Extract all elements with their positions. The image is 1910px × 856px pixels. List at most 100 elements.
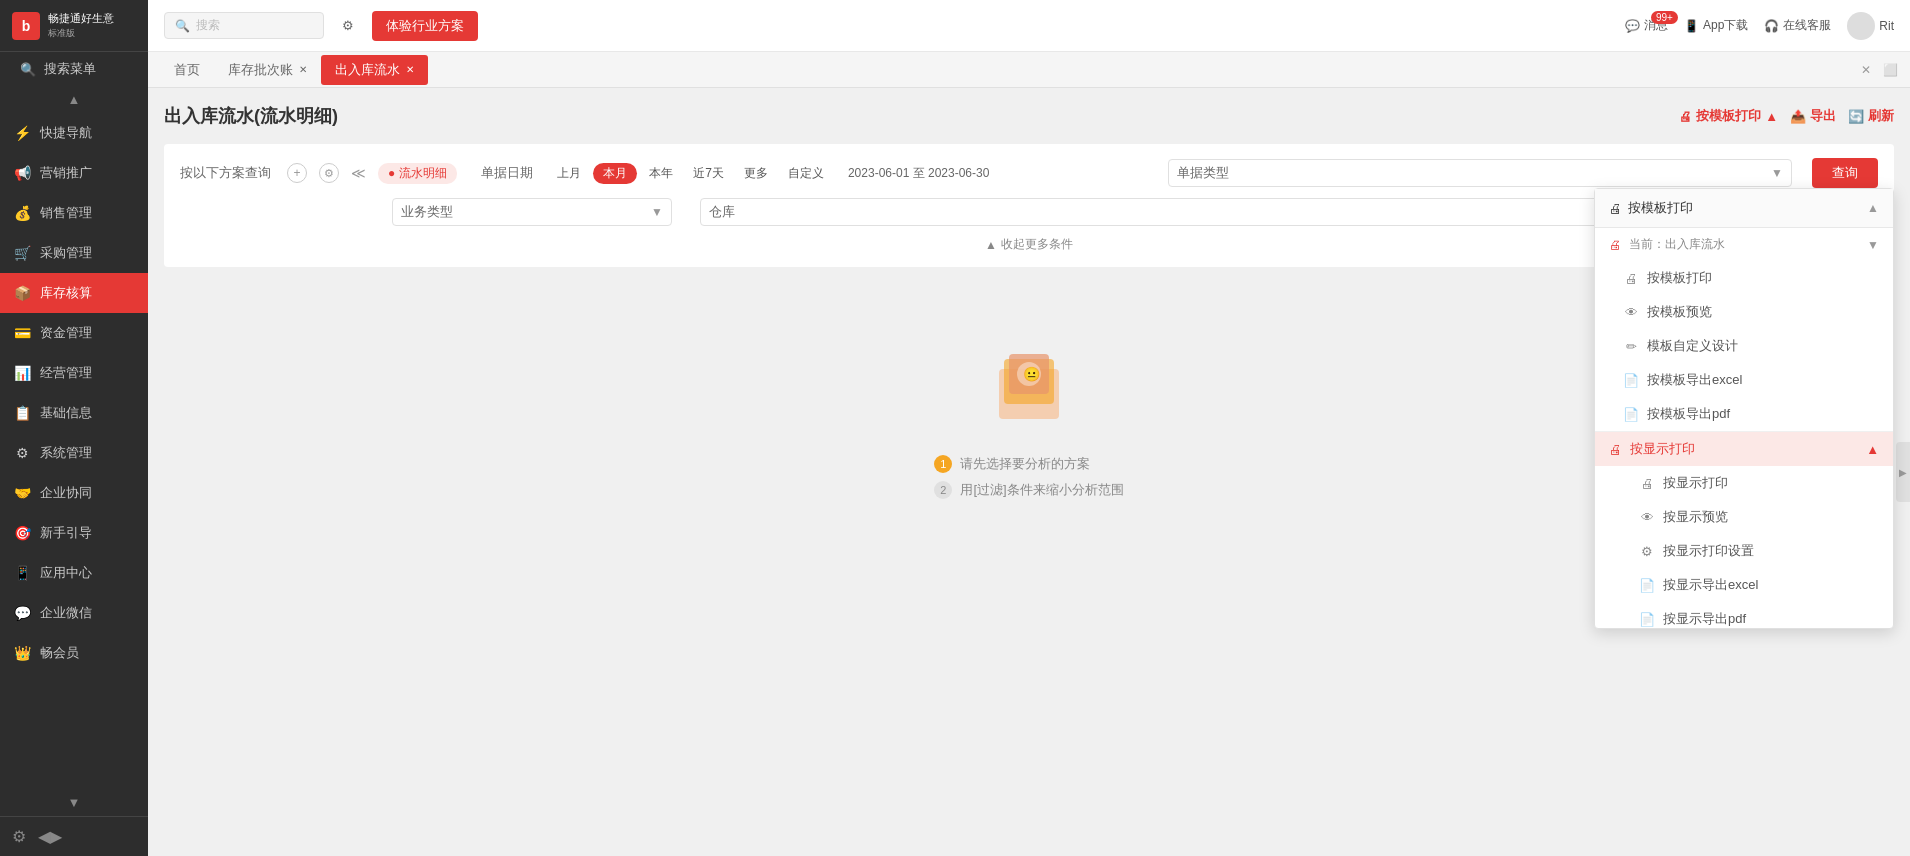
current-template-arrow: ▼ <box>1867 238 1879 252</box>
dropdown-template-design[interactable]: ✏ 模板自定义设计 <box>1595 329 1893 363</box>
message-button[interactable]: 💬 消息 99+ <box>1625 17 1668 34</box>
logo-icon: b <box>12 12 40 40</box>
nav-scroll-up[interactable]: ▲ <box>0 86 148 113</box>
topbar-search[interactable]: 🔍 搜索 <box>164 12 324 39</box>
topbar-gear-icon[interactable]: ⚙ <box>332 10 364 42</box>
date-btn-more[interactable]: 更多 <box>736 163 776 184</box>
chevron-down-icon: ▼ <box>1771 166 1783 180</box>
sidebar-item-wechat[interactable]: 💬 企业微信 <box>0 593 148 633</box>
sidebar-item-operation[interactable]: 📊 经营管理 <box>0 353 148 393</box>
filter-add-button[interactable]: + <box>287 163 307 183</box>
warehouse-select[interactable]: 仓库 ··· <box>700 198 1746 226</box>
logo-text: 畅捷通好生意 标准版 <box>48 11 114 39</box>
dropdown-template-preview[interactable]: 👁 按模板预览 <box>1595 295 1893 329</box>
sidebar-item-system[interactable]: ⚙ 系统管理 <box>0 433 148 473</box>
sidebar-item-sales[interactable]: 💰 销售管理 <box>0 193 148 233</box>
close-tab-icon[interactable]: ✕ <box>1858 62 1874 78</box>
dropdown-display-settings[interactable]: ⚙ 按显示打印设置 <box>1595 534 1893 568</box>
right-edge-collapse[interactable]: ▶ <box>1896 442 1910 502</box>
sidebar-bottom: ⚙ ◀▶ <box>0 816 148 856</box>
sidebar-item-appstore[interactable]: 📱 应用中心 <box>0 553 148 593</box>
tag-icon: ● <box>388 166 395 180</box>
date-btn-custom[interactable]: 自定义 <box>780 163 832 184</box>
display-section-icon: 🖨 <box>1609 442 1622 457</box>
document-type-select[interactable]: 单据类型 ▼ <box>1168 159 1792 187</box>
step-num-1: 1 <box>934 455 952 473</box>
sidebar-item-marketing[interactable]: 📢 营销推广 <box>0 153 148 193</box>
flow-detail-tag[interactable]: ● 流水明细 <box>378 163 457 184</box>
date-btn-last-month[interactable]: 上月 <box>549 163 589 184</box>
dropdown-display-preview[interactable]: 👁 按显示预览 <box>1595 500 1893 534</box>
sidebar: b 畅捷通好生意 标准版 🔍 搜索菜单 ▲ ⚡ 快捷导航 📢 营销推广 💰 销售… <box>0 0 148 856</box>
topbar-left: 🔍 搜索 ⚙ 体验行业方案 <box>164 10 1613 42</box>
settings-bottom-icon[interactable]: ⚙ <box>12 827 26 846</box>
display-settings-icon: ⚙ <box>1639 543 1655 559</box>
collapse-sidebar-icon[interactable]: ◀▶ <box>38 827 62 846</box>
sidebar-item-quick-nav[interactable]: ⚡ 快捷导航 <box>0 113 148 153</box>
business-type-select[interactable]: 业务类型 ▼ <box>392 198 672 226</box>
dropdown-template-print[interactable]: 🖨 按模板打印 <box>1595 261 1893 295</box>
topbar: 🔍 搜索 ⚙ 体验行业方案 💬 消息 99+ 📱 App下载 🎧 在线客服 <box>148 0 1910 52</box>
app-download-button[interactable]: 📱 App下载 <box>1684 17 1748 34</box>
nav-scroll-down[interactable]: ▼ <box>0 789 148 816</box>
refresh-button[interactable]: 🔄 刷新 <box>1848 107 1894 125</box>
finance-icon: 💳 <box>12 323 32 343</box>
user-avatar[interactable]: Rit <box>1847 12 1894 40</box>
chevron-up-icon-small: ▲ <box>985 238 997 252</box>
dropdown-display-print[interactable]: 🖨 按显示打印 <box>1595 466 1893 500</box>
date-options: 上月 本月 本年 近7天 更多 自定义 <box>549 163 832 184</box>
search-menu-item[interactable]: 🔍 搜索菜单 <box>0 52 148 86</box>
export-button[interactable]: 📤 导出 <box>1790 107 1836 125</box>
sidebar-item-basic[interactable]: 📋 基础信息 <box>0 393 148 433</box>
tab-inventory-batch[interactable]: 库存批次账 ✕ <box>214 55 321 85</box>
sidebar-item-inventory[interactable]: 📦 库存核算 <box>0 273 148 313</box>
dropdown-template-pdf[interactable]: 📄 按模板导出pdf <box>1595 397 1893 431</box>
cooperation-icon: 🤝 <box>12 483 32 503</box>
query-button[interactable]: 查询 <box>1812 158 1878 188</box>
print-icon: 🖨 <box>1679 109 1692 124</box>
system-icon: ⚙ <box>12 443 32 463</box>
page-title-row: 出入库流水(流水明细) 🖨 按模板打印 ▲ 📤 导出 🔄 刷新 <box>164 104 1894 128</box>
tab-inout-flow[interactable]: 出入库流水 ✕ <box>321 55 428 85</box>
dropdown-display-pdf[interactable]: 📄 按显示导出pdf <box>1595 602 1893 628</box>
dropdown-template-excel[interactable]: 📄 按模板导出excel <box>1595 363 1893 397</box>
dropdown-collapse-arrow[interactable]: ▲ <box>1867 201 1879 215</box>
filter-label: 按以下方案查询 <box>180 164 271 182</box>
print-template-button[interactable]: 🖨 按模板打印 ▲ <box>1679 107 1778 125</box>
sidebar-item-cooperation[interactable]: 🤝 企业协同 <box>0 473 148 513</box>
filter-settings-button[interactable]: ⚙ <box>319 163 339 183</box>
maximize-icon[interactable]: ⬜ <box>1882 62 1898 78</box>
tab-home[interactable]: 首页 <box>160 55 214 85</box>
date-btn-7days[interactable]: 近7天 <box>685 163 732 184</box>
dropdown-display-excel[interactable]: 📄 按显示导出excel <box>1595 568 1893 602</box>
operation-icon: 📊 <box>12 363 32 383</box>
industry-solution-button[interactable]: 体验行业方案 <box>372 11 478 41</box>
dropdown-display-section[interactable]: 🖨 按显示打印 ▲ <box>1595 432 1893 466</box>
date-btn-this-year[interactable]: 本年 <box>641 163 681 184</box>
online-service-button[interactable]: 🎧 在线客服 <box>1764 17 1831 34</box>
date-btn-this-month[interactable]: 本月 <box>593 163 637 184</box>
sidebar-item-guide[interactable]: 🎯 新手引导 <box>0 513 148 553</box>
sidebar-item-member[interactable]: 👑 畅会员 <box>0 633 148 673</box>
wechat-icon: 💬 <box>12 603 32 623</box>
empty-step-2: 2 用[过滤]条件来缩小分析范围 <box>934 481 1123 499</box>
display-print-icon: 🖨 <box>1639 475 1655 491</box>
business-type-dropdown-icon: ▼ <box>651 205 663 219</box>
search-icon: 🔍 <box>20 62 36 77</box>
dropdown-current-item[interactable]: 🖨 当前：出入库流水 ▼ <box>1595 228 1893 261</box>
topbar-search-icon: 🔍 <box>175 19 190 33</box>
tab-close-inventory-batch[interactable]: ✕ <box>299 64 307 75</box>
sidebar-item-purchase[interactable]: 🛒 采购管理 <box>0 233 148 273</box>
topbar-search-text: 搜索 <box>196 17 220 34</box>
collapse-more-button[interactable]: ▲ 收起更多条件 <box>985 236 1073 253</box>
purchase-icon: 🛒 <box>12 243 32 263</box>
filter-row-1: 按以下方案查询 + ⚙ ≪ ● 流水明细 单据日期 上月 本月 本年 近7天 更… <box>180 158 1878 188</box>
message-icon: 💬 <box>1625 19 1640 33</box>
display-excel-icon: 📄 <box>1639 577 1655 593</box>
template-excel-icon: 📄 <box>1623 372 1639 388</box>
filter-collapse-button[interactable]: ≪ <box>351 165 366 181</box>
step-num-2: 2 <box>934 481 952 499</box>
app-download-icon: 📱 <box>1684 19 1699 33</box>
tab-close-inout-flow[interactable]: ✕ <box>406 64 414 75</box>
sidebar-item-finance[interactable]: 💳 资金管理 <box>0 313 148 353</box>
